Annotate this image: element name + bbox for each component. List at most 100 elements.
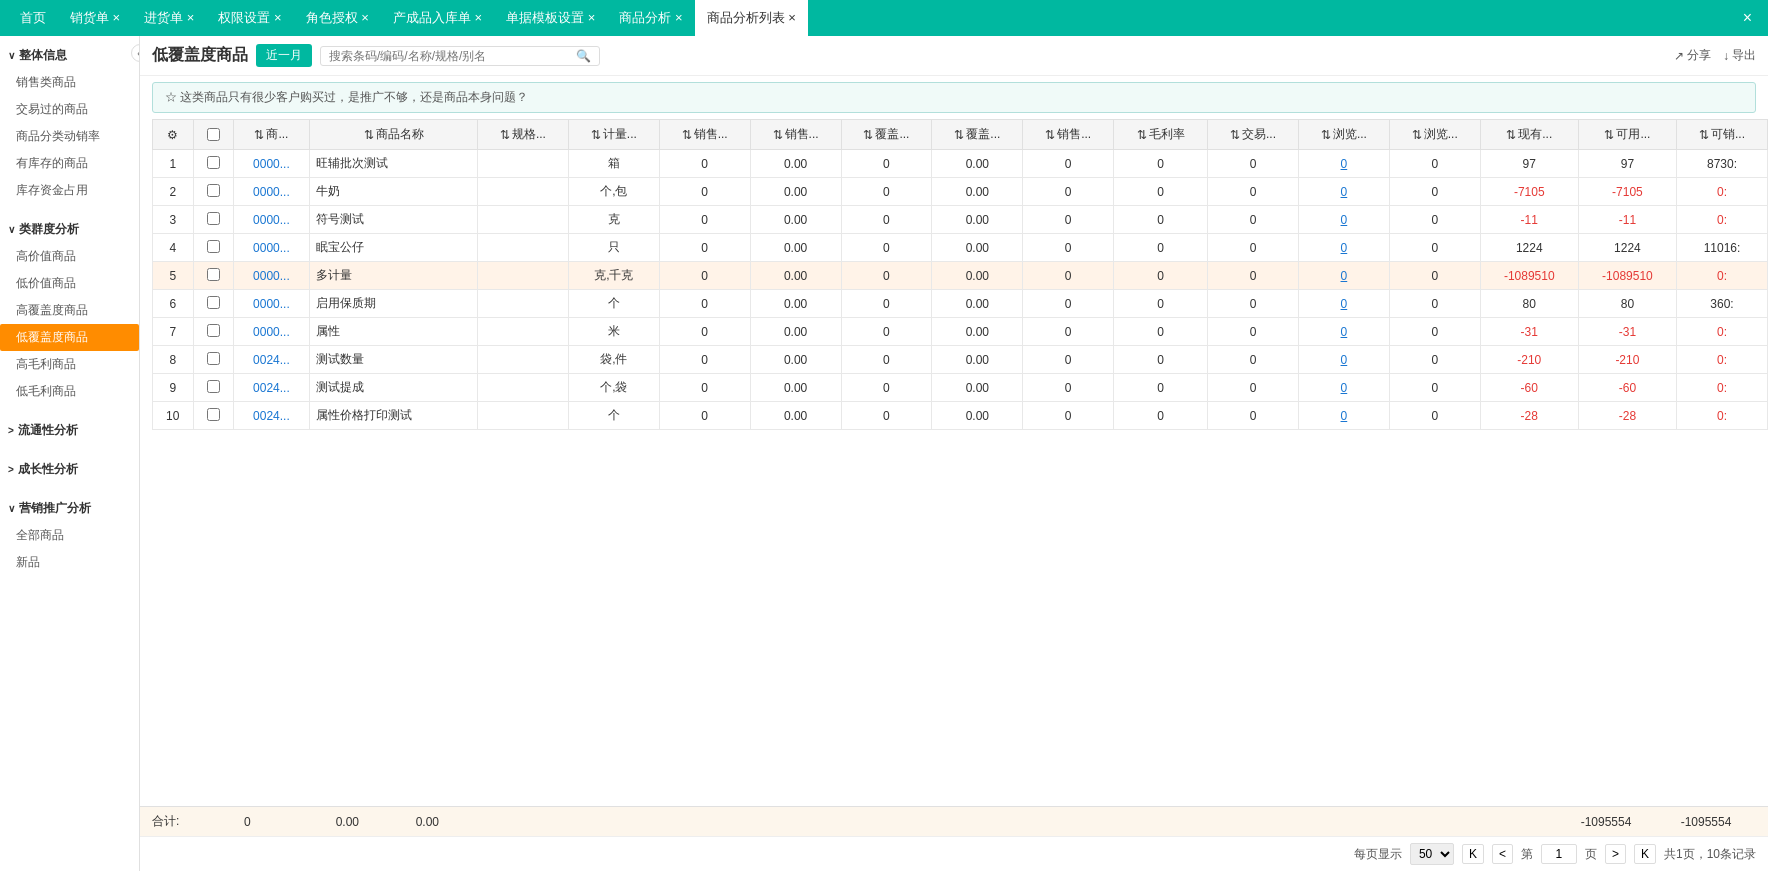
row-name: 测试提成 <box>310 374 478 402</box>
row-sales3: 0 <box>1023 290 1114 318</box>
th-sales3[interactable]: ⇅销售... <box>1023 120 1114 150</box>
row-browse1[interactable]: 0 <box>1298 150 1389 178</box>
sidebar-item-high-margin[interactable]: 高毛利商品 <box>0 351 139 378</box>
th-stock2[interactable]: ⇅可用... <box>1578 120 1676 150</box>
row-checkbox[interactable] <box>193 318 233 346</box>
nav-sales[interactable]: 销货单 × <box>58 0 132 36</box>
sidebar-section-marketing-title[interactable]: ∨ 营销推广分析 <box>0 495 139 522</box>
export-button[interactable]: ↓ 导出 <box>1723 47 1756 64</box>
sidebar-item-stocked-goods[interactable]: 有库存的商品 <box>0 150 139 177</box>
share-button[interactable]: ↗ 分享 <box>1674 47 1711 64</box>
row-browse1[interactable]: 0 <box>1298 234 1389 262</box>
sidebar-item-high-coverage[interactable]: 高覆盖度商品 <box>0 297 139 324</box>
th-gross[interactable]: ⇅毛利率 <box>1114 120 1208 150</box>
row-check[interactable] <box>207 240 220 253</box>
th-cover2[interactable]: ⇅覆盖... <box>932 120 1023 150</box>
row-browse1[interactable]: 0 <box>1298 374 1389 402</box>
table-container[interactable]: ⚙ ⇅商... ⇅商品名称 ⇅规格... ⇅计量... ⇅销售... ⇅销售..… <box>140 119 1768 806</box>
table-row: 2 0000... 牛奶 个,包 0 0.00 0 0.00 0 0 0 0 0… <box>153 178 1768 206</box>
sidebar-item-low-coverage[interactable]: 低覆盖度商品 <box>0 324 139 351</box>
row-check[interactable] <box>207 212 220 225</box>
row-sales-amt: 0.00 <box>750 318 841 346</box>
row-code: 0000... <box>233 234 310 262</box>
th-stock1[interactable]: ⇅现有... <box>1480 120 1578 150</box>
row-stock1: -210 <box>1480 346 1578 374</box>
th-spec[interactable]: ⇅规格... <box>478 120 569 150</box>
row-check[interactable] <box>207 296 220 309</box>
sidebar-item-low-value[interactable]: 低价值商品 <box>0 270 139 297</box>
sidebar-item-all-goods[interactable]: 全部商品 <box>0 522 139 549</box>
row-checkbox[interactable] <box>193 374 233 402</box>
sidebar-section-growth-title[interactable]: > 成长性分析 <box>0 456 139 483</box>
row-check[interactable] <box>207 352 220 365</box>
th-checkbox[interactable] <box>193 120 233 150</box>
row-checkbox[interactable] <box>193 290 233 318</box>
page-number-input[interactable] <box>1541 844 1577 864</box>
row-checkbox[interactable] <box>193 402 233 430</box>
select-all-checkbox[interactable] <box>207 128 220 141</box>
sidebar-item-traded-goods[interactable]: 交易过的商品 <box>0 96 139 123</box>
row-check[interactable] <box>207 380 220 393</box>
sidebar-item-high-value[interactable]: 高价值商品 <box>0 243 139 270</box>
th-sellable[interactable]: ⇅可销... <box>1676 120 1767 150</box>
row-checkbox[interactable] <box>193 346 233 374</box>
sidebar-section-overall-title[interactable]: ∨ 整体信息 <box>0 42 139 69</box>
th-browse1[interactable]: ⇅浏览... <box>1298 120 1389 150</box>
settings-icon[interactable]: ⚙ <box>167 128 178 142</box>
th-settings[interactable]: ⚙ <box>153 120 194 150</box>
sidebar-section-circulation-title[interactable]: > 流通性分析 <box>0 417 139 444</box>
close-button[interactable]: × <box>1735 9 1760 27</box>
th-name[interactable]: ⇅商品名称 <box>310 120 478 150</box>
th-code-label: 商... <box>266 126 288 143</box>
row-browse1[interactable]: 0 <box>1298 290 1389 318</box>
row-browse1[interactable]: 0 <box>1298 346 1389 374</box>
th-browse2[interactable]: ⇅浏览... <box>1389 120 1480 150</box>
nav-home[interactable]: 首页 <box>8 0 58 36</box>
sidebar-item-sales-goods[interactable]: 销售类商品 <box>0 69 139 96</box>
row-browse1[interactable]: 0 <box>1298 262 1389 290</box>
nav-analysis-list[interactable]: 商品分析列表 × <box>695 0 808 36</box>
row-browse1[interactable]: 0 <box>1298 318 1389 346</box>
row-browse1[interactable]: 0 <box>1298 206 1389 234</box>
time-filter-button[interactable]: 近一月 <box>256 44 312 67</box>
nav-product-in[interactable]: 产成品入库单 × <box>381 0 494 36</box>
row-checkbox[interactable] <box>193 178 233 206</box>
sidebar-item-low-margin[interactable]: 低毛利商品 <box>0 378 139 405</box>
row-check[interactable] <box>207 408 220 421</box>
row-browse1[interactable]: 0 <box>1298 402 1389 430</box>
nav-permission[interactable]: 权限设置 × <box>206 0 293 36</box>
next-page-button[interactable]: > <box>1605 844 1626 864</box>
th-unit[interactable]: ⇅计量... <box>568 120 659 150</box>
row-check[interactable] <box>207 184 220 197</box>
row-checkbox[interactable] <box>193 150 233 178</box>
prev-page-button[interactable]: < <box>1492 844 1513 864</box>
last-page-button[interactable]: K <box>1634 844 1656 864</box>
nav-analysis[interactable]: 商品分析 × <box>607 0 694 36</box>
nav-role[interactable]: 角色授权 × <box>294 0 381 36</box>
th-sales-amt[interactable]: ⇅销售... <box>750 120 841 150</box>
row-browse1[interactable]: 0 <box>1298 178 1389 206</box>
th-code[interactable]: ⇅商... <box>233 120 310 150</box>
row-checkbox[interactable] <box>193 206 233 234</box>
page-title: 低覆盖度商品 <box>152 45 248 66</box>
search-icon[interactable]: 🔍 <box>576 49 591 63</box>
row-checkbox[interactable] <box>193 234 233 262</box>
per-page-select[interactable]: 50 <box>1410 843 1454 865</box>
sidebar-item-new-goods[interactable]: 新品 <box>0 549 139 576</box>
row-checkbox[interactable] <box>193 262 233 290</box>
sidebar-section-cluster-title[interactable]: ∨ 类群度分析 <box>0 216 139 243</box>
first-page-button[interactable]: K <box>1462 844 1484 864</box>
nav-template[interactable]: 单据模板设置 × <box>494 0 607 36</box>
th-cover1[interactable]: ⇅覆盖... <box>841 120 932 150</box>
th-sales-qty[interactable]: ⇅销售... <box>659 120 750 150</box>
sidebar-item-stock-capital[interactable]: 库存资金占用 <box>0 177 139 204</box>
row-check[interactable] <box>207 156 220 169</box>
th-name-label: 商品名称 <box>376 126 424 143</box>
row-check[interactable] <box>207 268 220 281</box>
row-check[interactable] <box>207 324 220 337</box>
table-header-row: ⚙ ⇅商... ⇅商品名称 ⇅规格... ⇅计量... ⇅销售... ⇅销售..… <box>153 120 1768 150</box>
sidebar-item-category-rate[interactable]: 商品分类动销率 <box>0 123 139 150</box>
search-input[interactable] <box>329 49 572 63</box>
nav-purchase[interactable]: 进货单 × <box>132 0 206 36</box>
th-trade[interactable]: ⇅交易... <box>1208 120 1299 150</box>
